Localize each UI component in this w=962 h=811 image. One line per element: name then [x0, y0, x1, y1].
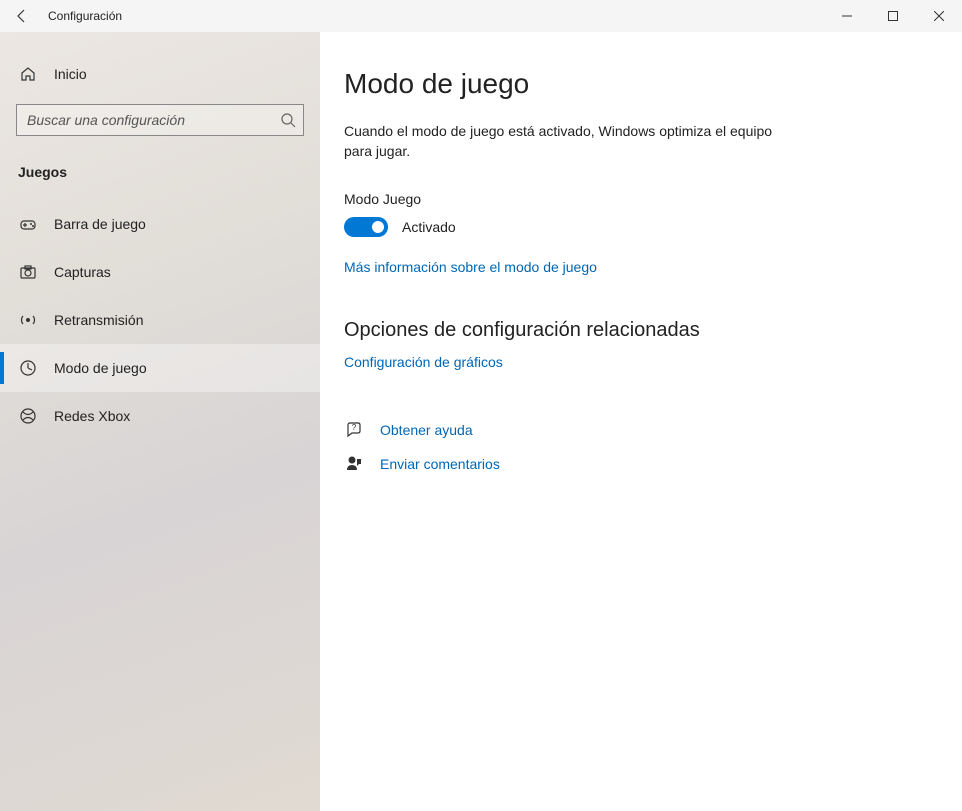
minimize-button[interactable]: [824, 0, 870, 32]
learn-more-link[interactable]: Más información sobre el modo de juego: [344, 259, 597, 275]
window-controls: [824, 0, 962, 32]
section-label: Juegos: [0, 136, 320, 186]
arrow-left-icon: [14, 8, 30, 24]
close-icon: [934, 11, 944, 21]
search-icon: [280, 112, 296, 133]
sidebar-item-label: Redes Xbox: [54, 408, 130, 424]
minimize-icon: [842, 11, 852, 21]
sidebar-item-captures[interactable]: Capturas: [0, 248, 320, 296]
home-label: Inicio: [54, 66, 87, 82]
toggle-state: Activado: [402, 219, 456, 235]
help-icon: ?: [344, 420, 364, 440]
sidebar-item-label: Barra de juego: [54, 216, 146, 232]
close-button[interactable]: [916, 0, 962, 32]
search-wrap: [16, 104, 304, 136]
sidebar-item-game-mode[interactable]: Modo de juego: [0, 344, 320, 392]
help-links: ? Obtener ayuda Enviar comentarios: [344, 420, 938, 474]
help-row: ? Obtener ayuda: [344, 420, 938, 440]
captures-icon: [18, 262, 38, 282]
window-title: Configuración: [48, 9, 122, 23]
feedback-icon: [344, 454, 364, 474]
game-bar-icon: [18, 214, 38, 234]
broadcast-icon: [18, 310, 38, 330]
feedback-row: Enviar comentarios: [344, 454, 938, 474]
sidebar-item-label: Capturas: [54, 264, 111, 280]
page-description: Cuando el modo de juego está activado, W…: [344, 122, 784, 161]
search-input[interactable]: [16, 104, 304, 136]
sidebar-item-broadcast[interactable]: Retransmisión: [0, 296, 320, 344]
sidebar-item-xbox[interactable]: Redes Xbox: [0, 392, 320, 440]
xbox-icon: [18, 406, 38, 426]
nav-list: Barra de juego Capturas Retransmisión Mo…: [0, 200, 320, 440]
home-nav[interactable]: Inicio: [0, 54, 320, 94]
toggle-row: Activado: [344, 217, 938, 237]
svg-text:?: ?: [352, 423, 357, 432]
maximize-button[interactable]: [870, 0, 916, 32]
titlebar: Configuración: [0, 0, 962, 32]
page-title: Modo de juego: [344, 68, 938, 100]
toggle-label: Modo Juego: [344, 191, 938, 207]
home-icon: [18, 64, 38, 84]
get-help-link[interactable]: Obtener ayuda: [380, 422, 473, 438]
send-feedback-link[interactable]: Enviar comentarios: [380, 456, 500, 472]
game-mode-toggle[interactable]: [344, 217, 388, 237]
maximize-icon: [888, 11, 898, 21]
sidebar: Inicio Juegos Barra de juego Capturas: [0, 32, 320, 811]
sidebar-item-label: Modo de juego: [54, 360, 147, 376]
graphics-settings-link[interactable]: Configuración de gráficos: [344, 354, 503, 370]
related-heading: Opciones de configuración relacionadas: [344, 319, 938, 342]
sidebar-item-label: Retransmisión: [54, 312, 143, 328]
back-button[interactable]: [0, 0, 44, 32]
game-mode-icon: [18, 358, 38, 378]
content-pane: Modo de juego Cuando el modo de juego es…: [320, 32, 962, 811]
sidebar-item-game-bar[interactable]: Barra de juego: [0, 200, 320, 248]
